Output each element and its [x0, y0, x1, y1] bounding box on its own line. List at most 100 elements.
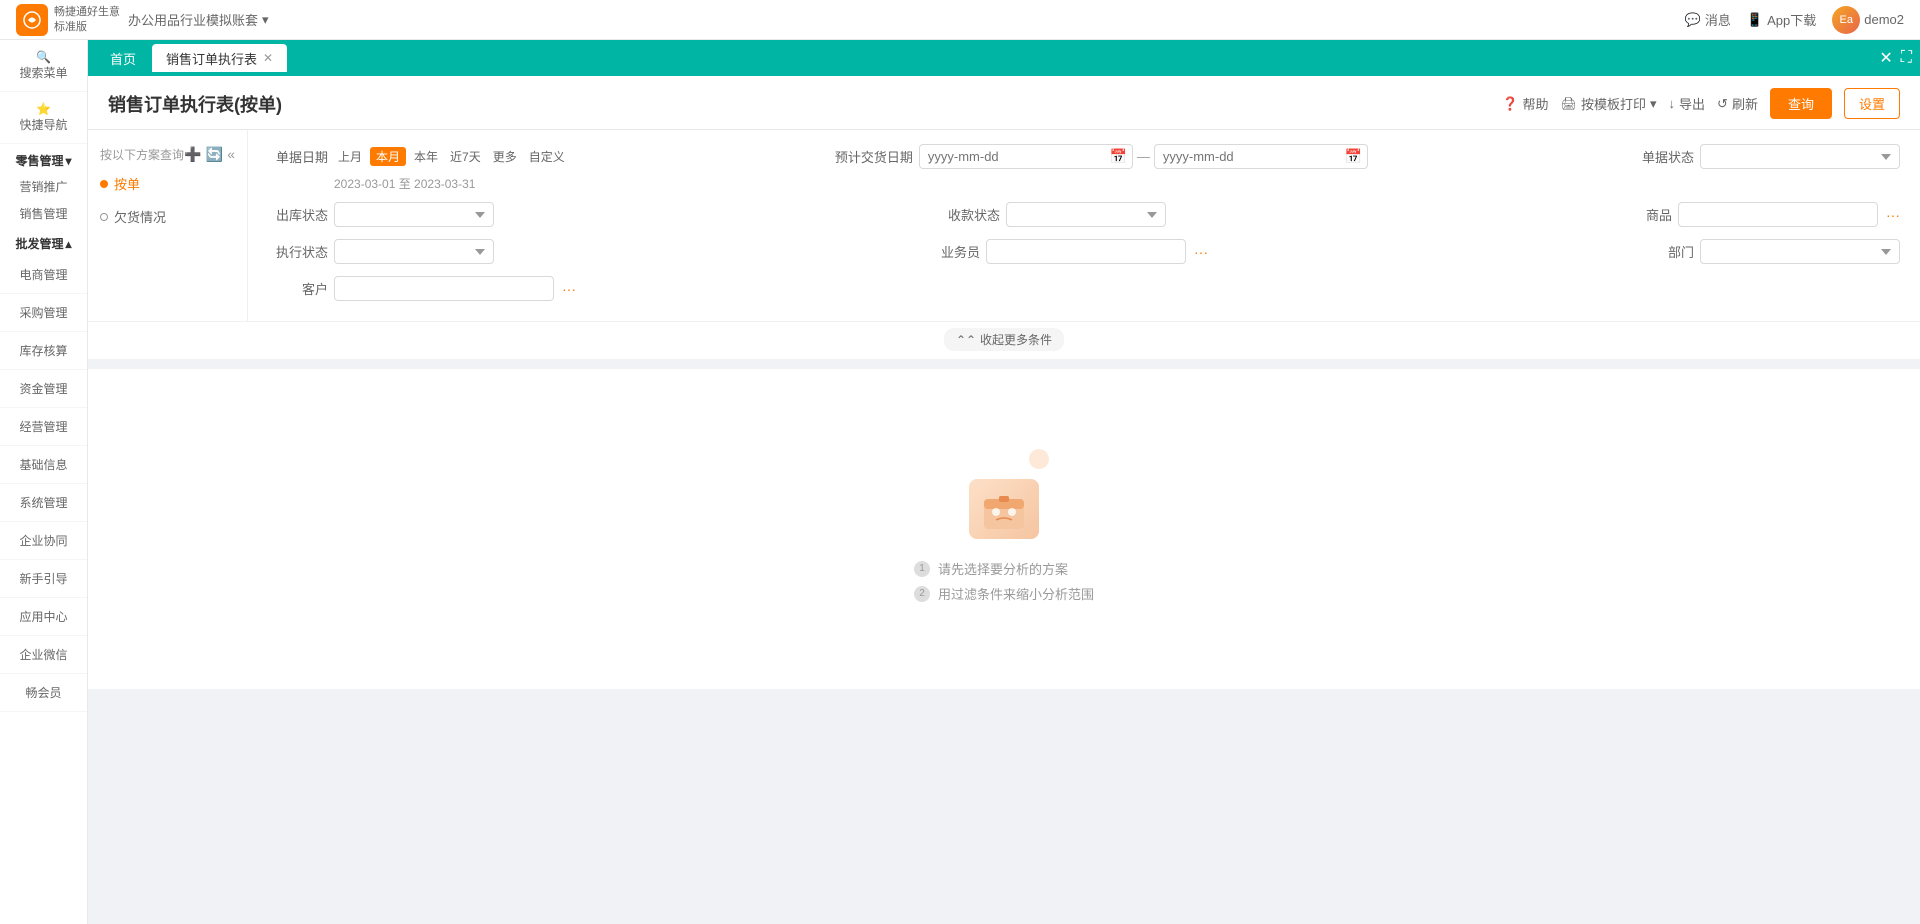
logo-text: 畅捷通好生意 标准版 — [54, 5, 120, 34]
date-last-month-btn[interactable]: 上月 — [334, 147, 366, 166]
filter-sidebar-icons: ➕ 🔄 « — [184, 146, 235, 163]
goods-more-icon[interactable]: ··· — [1886, 207, 1900, 223]
out-status-select[interactable] — [334, 202, 494, 227]
customer-more-icon[interactable]: ··· — [562, 281, 576, 297]
salesman-input[interactable] — [986, 239, 1186, 264]
sidebar-item-wechat[interactable]: 企业微信 — [0, 636, 87, 674]
expected-date-from-input[interactable] — [919, 144, 1133, 169]
tab-home[interactable]: 首页 — [96, 44, 150, 72]
logo-area: 畅捷通好生意 标准版 — [16, 4, 120, 36]
sidebar-item-inventory[interactable]: 库存核算 — [0, 332, 87, 370]
print-icon: 🖨 — [1560, 96, 1577, 112]
scheme-item-shortage[interactable]: 欠货情况 — [88, 200, 247, 233]
sidebar-item-inventory-label: 库存核算 — [19, 344, 67, 358]
exec-status-select[interactable] — [334, 239, 494, 264]
tab-close-icon[interactable]: ✕ — [263, 51, 273, 65]
sidebar-item-guide[interactable]: 新手引导 — [0, 560, 87, 598]
doc-status-select[interactable] — [1700, 144, 1900, 169]
message-button[interactable]: 💬 消息 — [1685, 10, 1731, 29]
export-button[interactable]: ↓ 导出 — [1669, 94, 1706, 113]
date-this-year-btn[interactable]: 本年 — [410, 147, 442, 166]
print-button[interactable]: 🖨 按模板打印 ▾ — [1560, 94, 1656, 113]
date-this-month-btn[interactable]: 本月 — [370, 147, 406, 166]
settings-button[interactable]: 设置 — [1844, 88, 1900, 119]
sidebar-item-sales-label: 销售管理 — [19, 207, 67, 221]
sidebar-item-system[interactable]: 系统管理 — [0, 484, 87, 522]
sidebar-item-marketing[interactable]: 营销推广 — [0, 173, 87, 200]
sidebar-quick-nav[interactable]: ⭐ 快捷导航 — [0, 92, 87, 144]
out-status-label: 出库状态 — [268, 205, 328, 224]
customer-label: 客户 — [268, 279, 328, 298]
star-icon: ⭐ — [36, 102, 51, 116]
collapse-scheme-icon[interactable]: « — [227, 146, 235, 163]
top-bar: 畅捷通好生意 标准版 办公用品行业模拟账套 ▾ 💬 消息 📱 App下载 Ea … — [0, 0, 1920, 40]
date-custom-btn[interactable]: 自定义 — [525, 147, 569, 166]
sidebar-item-collab[interactable]: 企业协同 — [0, 522, 87, 560]
dept-select[interactable] — [1700, 239, 1900, 264]
calendar-from-icon: 📅 — [1109, 148, 1126, 165]
top-bar-right: 💬 消息 📱 App下载 Ea demo2 — [1685, 6, 1904, 34]
refresh-button[interactable]: ↺ 刷新 — [1717, 94, 1758, 113]
salesman-more-icon[interactable]: ··· — [1194, 244, 1208, 260]
date-filter-label: 单据日期 — [268, 147, 328, 166]
sidebar-item-member[interactable]: 畅会员 — [0, 674, 87, 712]
sidebar-item-basic-info[interactable]: 基础信息 — [0, 446, 87, 484]
date-separator: — — [1137, 149, 1150, 164]
empty-star-deco — [1029, 449, 1049, 469]
help-icon: ❓ — [1502, 96, 1518, 112]
fullscreen-icon[interactable]: ⛶ — [1901, 49, 1912, 67]
collapse-button[interactable]: ⌃⌃ 收起更多条件 — [944, 328, 1064, 351]
customer-input[interactable] — [334, 276, 554, 301]
expected-date-to-input[interactable] — [1154, 144, 1368, 169]
refresh-scheme-icon[interactable]: 🔄 — [206, 146, 223, 163]
filter-group-out-status: 出库状态 — [268, 202, 494, 227]
sidebar-item-finance[interactable]: 资金管理 — [0, 370, 87, 408]
user-area[interactable]: Ea demo2 — [1832, 6, 1904, 34]
sidebar-item-wholesale[interactable]: 批发管理 ▴ — [4, 235, 83, 252]
avatar: Ea — [1832, 6, 1860, 34]
filter-main: 单据日期 上月 本月 本年 近7天 更多 自定义 — [248, 130, 1920, 321]
app-download-button[interactable]: 📱 App下载 — [1747, 10, 1816, 29]
page-content: 销售订单执行表(按单) ❓ 帮助 🖨 按模板打印 ▾ ↓ — [88, 76, 1920, 924]
add-scheme-icon[interactable]: ➕ — [184, 146, 201, 163]
sidebar-item-retail[interactable]: 零售管理 ▾ — [4, 152, 83, 169]
salesman-label: 业务员 — [920, 242, 980, 261]
empty-illustration — [954, 449, 1054, 539]
sidebar-item-guide-label: 新手引导 — [19, 572, 67, 586]
sidebar-section-retail: 零售管理 ▾ — [0, 144, 87, 173]
scheme-item-by-order[interactable]: 按单 — [88, 167, 247, 200]
app-selector[interactable]: 办公用品行业模拟账套 ▾ — [128, 10, 269, 29]
chevron-down-icon: ▾ — [262, 12, 269, 28]
sidebar-item-ecommerce-label: 电商管理 — [19, 268, 67, 282]
help-button[interactable]: ❓ 帮助 — [1502, 94, 1548, 113]
help-label: 帮助 — [1522, 94, 1548, 113]
collapse-bar: ⌃⌃ 收起更多条件 — [88, 321, 1920, 359]
filter-group-salesman: 业务员 ··· — [920, 239, 1208, 264]
empty-box-deco — [969, 479, 1039, 539]
message-icon: 💬 — [1685, 12, 1701, 28]
sidebar-item-operations[interactable]: 经营管理 — [0, 408, 87, 446]
close-window-icon[interactable]: ✕ — [1879, 48, 1892, 68]
sidebar-item-apps[interactable]: 应用中心 — [0, 598, 87, 636]
tab-home-label: 首页 — [110, 49, 136, 68]
filter-group-dept: 部门 — [1634, 239, 1900, 264]
goods-input[interactable] — [1678, 202, 1878, 227]
hint-text-1: 请先选择要分析的方案 — [938, 559, 1068, 578]
date-7days-btn[interactable]: 近7天 — [446, 147, 485, 166]
sidebar-item-sales[interactable]: 销售管理 — [0, 200, 87, 227]
sidebar-quick-nav-label: 快捷导航 — [4, 116, 83, 133]
empty-state: 1 请先选择要分析的方案 2 用过滤条件来缩小分析范围 — [88, 369, 1920, 689]
sidebar-section-wholesale: 批发管理 ▴ — [0, 227, 87, 256]
date-more-btn[interactable]: 更多 — [489, 147, 521, 166]
sidebar-item-ecommerce[interactable]: 电商管理 — [0, 256, 87, 294]
tab-sales-exec[interactable]: 销售订单执行表 ✕ — [152, 44, 287, 72]
filter-group-expected-date: 预计交货日期 📅 — 📅 — [835, 144, 1368, 169]
hint-num-2: 2 — [914, 586, 930, 602]
sidebar-search[interactable]: 🔍 搜索菜单 — [0, 40, 87, 92]
sidebar-item-purchase[interactable]: 采购管理 — [0, 294, 87, 332]
query-button[interactable]: 查询 — [1770, 88, 1832, 119]
sidebar-item-basic-info-label: 基础信息 — [19, 458, 67, 472]
collection-status-select[interactable] — [1006, 202, 1166, 227]
print-label: 按模板打印 — [1581, 94, 1646, 113]
tab-bar: 首页 销售订单执行表 ✕ ✕ ⛶ — [88, 40, 1920, 76]
